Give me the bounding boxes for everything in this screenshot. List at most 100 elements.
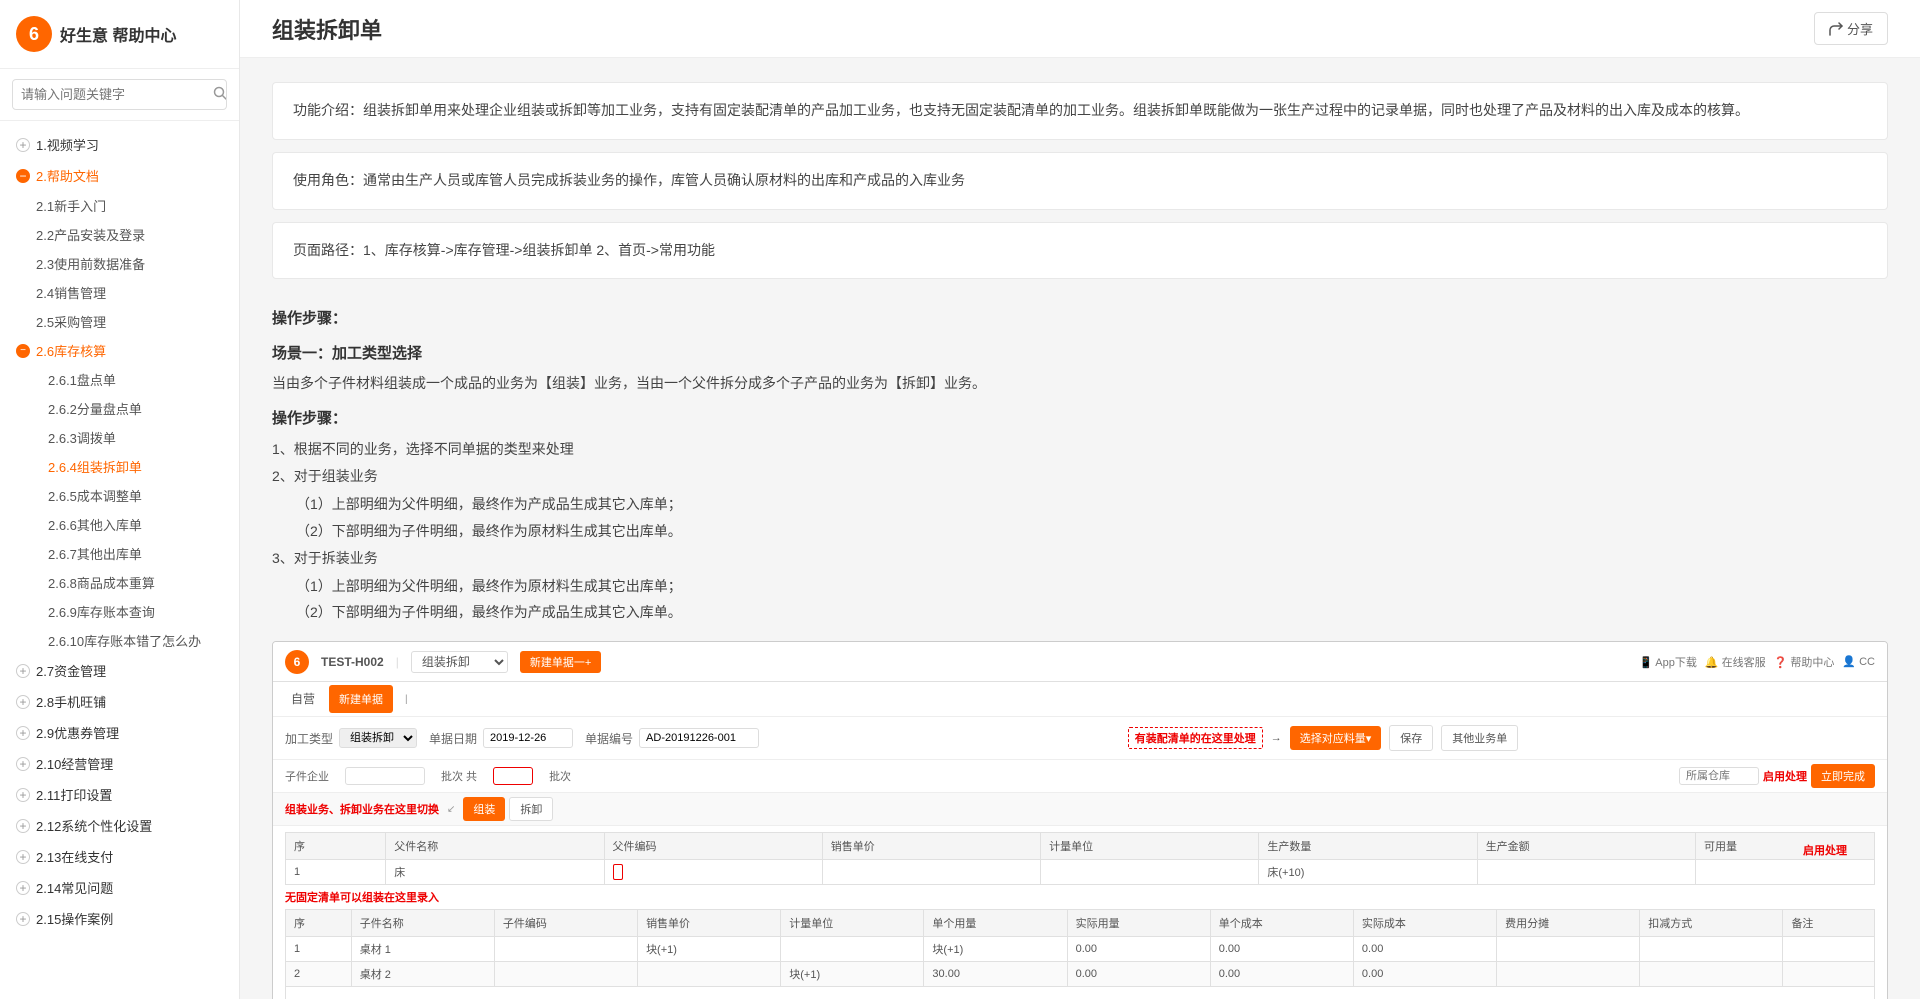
cell-11 [1640,962,1783,987]
cell-12 [1783,962,1875,987]
docno-input[interactable] [639,728,759,748]
arrow1: → [1271,732,1282,744]
sidebar-item-other-in[interactable]: 2.6.6其他入库单 [0,510,239,539]
sidebar-item-ops[interactable]: + 2.10经营管理 [0,748,239,779]
doc-type-select[interactable]: 组装拆卸 [411,651,508,673]
step3-sub1: （1）上部明细为父件明细，最终作为原材料生成其它出库单； [296,575,1888,599]
divider: | [397,694,416,705]
child-col-name: 子件名称 [351,910,494,937]
col-produce-qty: 生产数量 [1259,833,1477,860]
other-btn[interactable]: 其他业务单 [1441,725,1518,751]
sidebar-item-cost-adjust[interactable]: 2.6.5成本调整单 [0,481,239,510]
sidebar-label: 2.11打印设置 [36,785,112,804]
sidebar-item-cost-recalc[interactable]: 2.6.8商品成本重算 [0,568,239,597]
operations-title: 操作步骤： [272,307,1888,328]
new-doc-btn[interactable]: 新建单据一+ [520,651,601,673]
cell-7: 0.00 [1067,937,1210,962]
step3-subs: （1）上部明细为父件明细，最终作为原材料生成其它出库单； （2）下部明细为子件明… [272,575,1888,626]
step2: 2、对于组装业务 [272,465,1888,489]
col-parent-code: 父件编码 [604,833,822,860]
logo-area: 6 好生意 帮助中心 [0,0,239,69]
cell-4: 块(+1) [638,937,781,962]
company-input[interactable] [345,767,425,785]
assemble-tab[interactable]: 组装 [463,797,505,821]
app-header-right: 📱 App下载 🔔 在线客服 ❓ 帮助中心 👤 CC [1639,654,1875,670]
col-available: 可用量 [1695,833,1874,860]
app-nav3: ❓ 帮助中心 [1774,654,1835,670]
collapse-icon: − [16,169,30,183]
sidebar-label: 2.9优惠券管理 [36,723,119,742]
col-parent-name: 父件名称 [386,833,604,860]
share-button[interactable]: 分享 [1814,12,1888,45]
cell-6: 块(+1) [924,937,1067,962]
cell-code [604,860,822,885]
search-input[interactable] [13,81,205,108]
expand-icon: + [16,726,30,740]
child-col-single-use: 单个用量 [924,910,1067,937]
sidebar-item-coupon[interactable]: + 2.9优惠券管理 [0,717,239,748]
cell-9: 0.00 [1353,937,1496,962]
app-user: 👤 CC [1842,655,1875,668]
share-icon [1829,22,1843,36]
sidebar-item-other-out[interactable]: 2.6.7其他出库单 [0,539,239,568]
sidebar-item-stock-error[interactable]: 2.6.10库存账本错了怎么办 [0,626,239,655]
confirm-btn[interactable]: 立即完成 [1811,764,1875,788]
sidebar-item-install[interactable]: 2.2产品安装及登录 [0,220,239,249]
sub-nav-item2[interactable]: 新建单据 [329,685,393,713]
qty-input[interactable] [493,767,533,785]
sidebar-item-sales[interactable]: 2.4销售管理 [0,278,239,307]
sidebar-item-finance[interactable]: + 2.7资金管理 [0,655,239,686]
cell-3 [494,962,637,987]
sidebar-item-data-prep[interactable]: 2.3使用前数据准备 [0,249,239,278]
date-input[interactable] [483,728,573,748]
sidebar-item-stock-count[interactable]: 2.6.1盘点单 [0,365,239,394]
cell-5: 块(+1) [781,962,924,987]
sidebar-label: 2.15操作案例 [36,909,113,928]
sub-nav: 自营 新建单据 | [273,682,1887,717]
sidebar-label: 2.8手机旺铺 [36,692,106,711]
sidebar-item-partial-count[interactable]: 2.6.2分量盘点单 [0,394,239,423]
sidebar-item-mobile[interactable]: + 2.8手机旺铺 [0,686,239,717]
sidebar-item-cases[interactable]: + 2.15操作案例 [0,903,239,934]
sidebar-label: 2.10经营管理 [36,754,113,773]
main-content: 组装拆卸单 分享 功能介绍：组装拆卸单用来处理企业组装或拆卸等加工业务，支持有固… [240,0,1920,999]
sidebar-item-assembly[interactable]: 2.6.4组装拆卸单 [0,452,239,481]
role-text: 使用角色：通常由生产人员或库管人员完成拆装业务的操作，库管人员确认原材料的出库和… [293,169,1867,193]
warehouse-input[interactable] [1679,767,1759,785]
sub-nav-item1[interactable]: 自营 [281,684,325,715]
sidebar-item-print[interactable]: + 2.11打印设置 [0,779,239,810]
function-intro-text: 功能介绍：组装拆卸单用来处理企业组装或拆卸等加工业务，支持有固定装配清单的产品加… [293,99,1867,123]
process-type-select[interactable]: 组装拆卸 [339,728,417,748]
cell-name: 床 [386,860,604,885]
sidebar-item-transfer[interactable]: 2.6.3调拨单 [0,423,239,452]
sidebar-item-newbie[interactable]: 2.1新手入门 [0,191,239,220]
tab-indicator: ↙ [447,804,455,815]
process-btn[interactable]: 选择对应料量▾ [1290,726,1382,750]
sidebar-item-settings[interactable]: + 2.12系统个性化设置 [0,810,239,841]
search-icon [213,86,227,100]
sidebar-item-stock-ledger[interactable]: 2.6.9库存账本查询 [0,597,239,626]
form-label-date: 单据日期 [429,730,477,747]
sidebar-item-payment[interactable]: + 2.13在线支付 [0,841,239,872]
cell-9: 0.00 [1353,962,1496,987]
step2-sub1: （1）上部明细为父件明细，最终作为产成品生成其它入库单； [296,493,1888,517]
search-button[interactable] [205,80,227,109]
child-col-single-cost: 单个成本 [1210,910,1353,937]
search-area [0,69,239,121]
cell-10 [1497,937,1640,962]
sidebar-item-purchase[interactable]: 2.5采购管理 [0,307,239,336]
sidebar-item-video[interactable]: + 1.视频学习 [0,129,239,160]
app-logo: 6 [285,650,309,674]
disassemble-tab[interactable]: 拆卸 [509,797,553,821]
child-col-deduct: 扣减方式 [1640,910,1783,937]
form-row-type: 加工类型 组装拆卸 [285,728,417,748]
sidebar-item-inventory[interactable]: − 2.6库存核算 [0,336,239,365]
sidebar-item-docs[interactable]: − 2.帮助文档 [0,160,239,191]
table-area: 启用处理 序 父件名称 父件编码 销售单价 计量单位 生产数量 [273,832,1887,999]
save-btn[interactable]: 保存 [1389,725,1433,751]
step3: 3、对于拆装业务 [272,547,1888,571]
cell-2: 桌材 1 [351,937,494,962]
sidebar-item-faq[interactable]: + 2.14常见问题 [0,872,239,903]
expand-icon: + [16,664,30,678]
cell-amt [1477,860,1695,885]
